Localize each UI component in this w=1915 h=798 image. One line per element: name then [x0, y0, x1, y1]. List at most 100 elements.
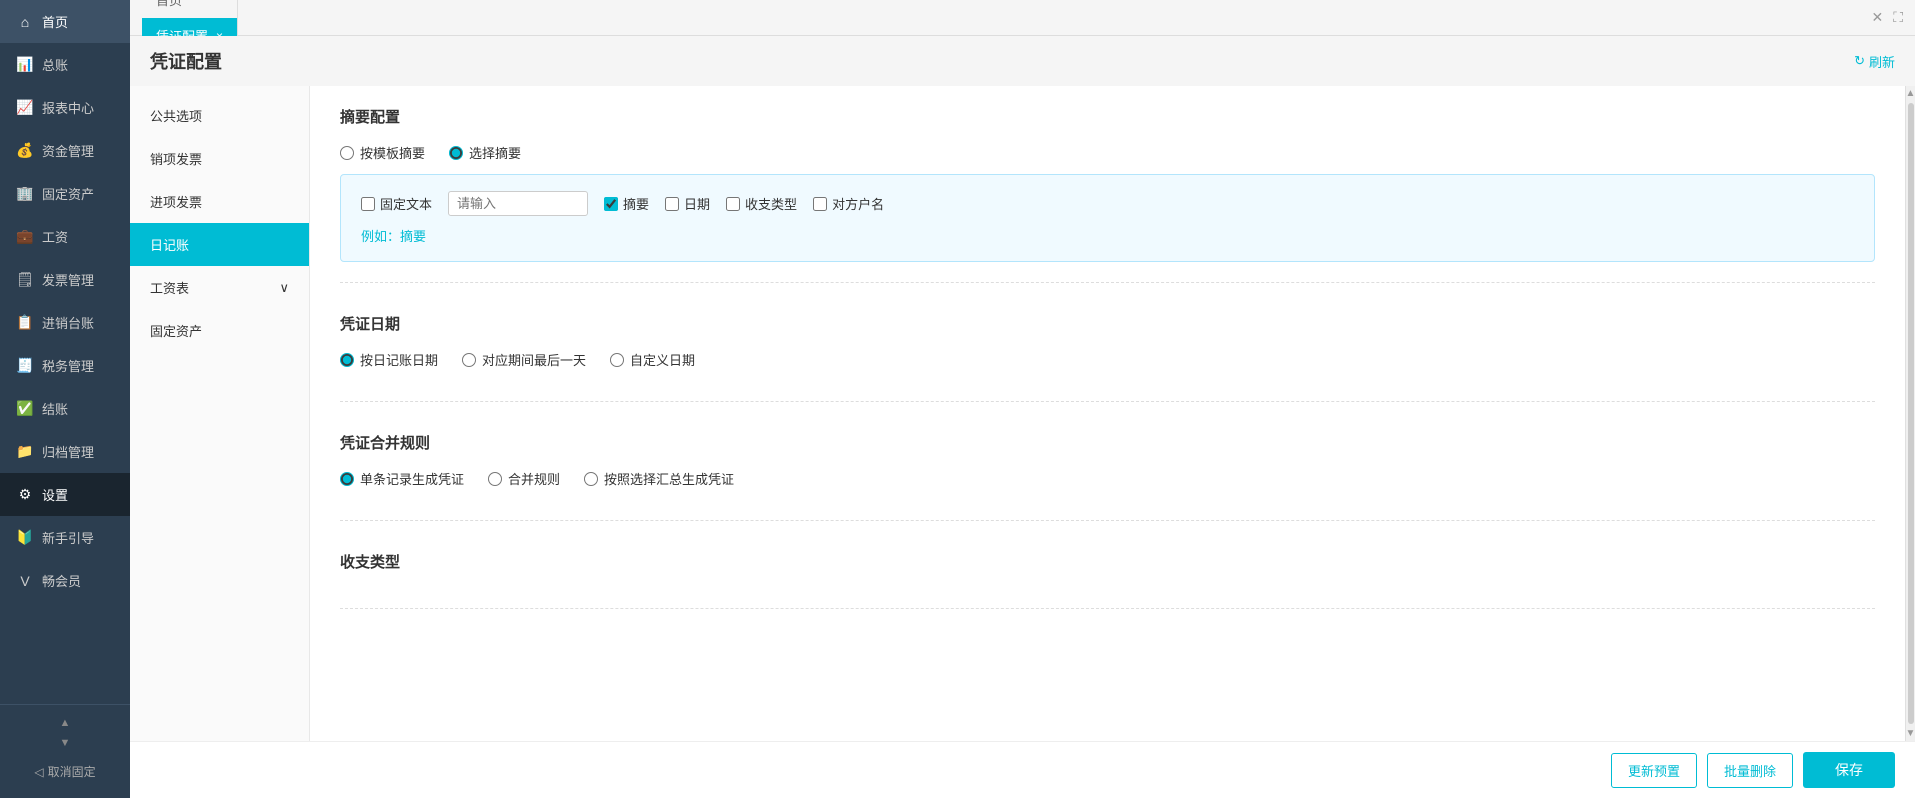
date-radio-journal-label: 按日记账日期: [360, 350, 438, 369]
save-button[interactable]: 保存: [1803, 752, 1895, 788]
settings-icon: ⚙: [16, 486, 34, 503]
chevron-icon-payroll: ∨: [279, 280, 289, 296]
sidebar-label-invoice: 发票管理: [42, 270, 94, 289]
fixed-text-input[interactable]: [448, 191, 588, 216]
sidebar-item-archive[interactable]: 📁 归档管理: [0, 430, 130, 473]
date-radio-lastday-input[interactable]: [462, 353, 476, 367]
summary-radio-template[interactable]: 按模板摘要: [340, 143, 425, 162]
summary-example: 例如：摘要: [361, 226, 1854, 245]
content-layout: 公共选项销项发票进项发票日记账工资表∨ 固定资产 摘要配置 按模板摘要 选择摘要: [130, 86, 1915, 741]
cancel-fixed-label: 取消固定: [48, 763, 96, 780]
checkbox-summary[interactable]: 摘要: [604, 194, 649, 213]
summary-radio-group: 按模板摘要 选择摘要: [340, 143, 1875, 162]
checkbox-date-label: 日期: [684, 194, 710, 213]
scroll-up-btn[interactable]: ▲: [1906, 88, 1915, 99]
sidebar-item-ledger[interactable]: 📊 总账: [0, 43, 130, 86]
cancel-fixed-btn[interactable]: ◁ 取消固定: [0, 753, 130, 790]
left-nav-item-journal[interactable]: 日记账: [130, 223, 309, 266]
left-nav-label-fixed_assets: 固定资产: [150, 321, 202, 340]
scroll-down-btn[interactable]: ▼: [1906, 728, 1915, 739]
date-radio-custom-input[interactable]: [610, 353, 624, 367]
left-nav-item-payroll[interactable]: 工资表∨: [130, 266, 309, 309]
sidebar-label-ledger: 总账: [42, 55, 68, 74]
summary-radio-select[interactable]: 选择摘要: [449, 143, 521, 162]
maximize-window-icon[interactable]: ⛶: [1893, 9, 1903, 26]
left-nav-item-fixed_assets[interactable]: 固定资产: [130, 309, 309, 352]
left-nav-label-journal: 日记账: [150, 235, 189, 254]
summary-radio-select-input[interactable]: [449, 146, 463, 160]
sidebar-item-salesledger[interactable]: 📋 进销台账: [0, 301, 130, 344]
sidebar-item-asset[interactable]: 🏢 固定资产: [0, 172, 130, 215]
checkbox-income-type-label: 收支类型: [745, 194, 797, 213]
left-nav-item-sales_invoice[interactable]: 销项发票: [130, 137, 309, 180]
left-nav-label-sales_invoice: 销项发票: [150, 149, 202, 168]
checkbox-counterpart[interactable]: 对方户名: [813, 194, 884, 213]
checkbox-income-type[interactable]: 收支类型: [726, 194, 797, 213]
date-radio-journal[interactable]: 按日记账日期: [340, 350, 438, 369]
sidebar-item-invoice[interactable]: 🗒 发票管理: [0, 258, 130, 301]
tab-home[interactable]: 首页: [142, 0, 238, 18]
checkbox-date-input[interactable]: [665, 197, 679, 211]
summary-radio-template-input[interactable]: [340, 146, 354, 160]
settle-icon: ✅: [16, 400, 34, 417]
invoice-icon: 🗒: [16, 271, 34, 288]
sidebar-scroll-down[interactable]: ▼: [0, 733, 130, 753]
date-radio-custom[interactable]: 自定义日期: [610, 350, 695, 369]
checkbox-fixed-text[interactable]: 固定文本: [361, 194, 432, 213]
close-window-icon[interactable]: ✕: [1871, 9, 1883, 26]
sidebar-item-report[interactable]: 📈 报表中心: [0, 86, 130, 129]
member-icon: V: [16, 573, 34, 589]
sidebar-item-fund[interactable]: 💰 资金管理: [0, 129, 130, 172]
merge-radio-single-label: 单条记录生成凭证: [360, 469, 464, 488]
home-icon: ⌂: [16, 14, 34, 30]
sidebar: ⌂ 首页 📊 总账 📈 报表中心 💰 资金管理 🏢 固定资产 💼 工资 🗒 发票…: [0, 0, 130, 798]
refresh-button[interactable]: ↻ 刷新: [1854, 52, 1895, 71]
summary-radio-select-label: 选择摘要: [469, 143, 521, 162]
sidebar-item-settings[interactable]: ⚙ 设置: [0, 473, 130, 516]
merge-radio-single[interactable]: 单条记录生成凭证: [340, 469, 464, 488]
summary-section: 摘要配置 按模板摘要 选择摘要: [340, 106, 1875, 283]
sidebar-label-fund: 资金管理: [42, 141, 94, 160]
left-nav-item-public[interactable]: 公共选项: [130, 94, 309, 137]
summary-config-box: 固定文本 摘要 日期: [340, 174, 1875, 262]
scrollbar[interactable]: ▲ ▼: [1905, 86, 1915, 741]
income-type-section: 收支类型: [340, 551, 1875, 609]
scroll-thumb[interactable]: [1908, 103, 1914, 724]
merge-section-title: 凭证合并规则: [340, 432, 1875, 453]
sidebar-label-salary: 工资: [42, 227, 68, 246]
archive-icon: 📁: [16, 443, 34, 460]
left-nav-item-purchase_invoice[interactable]: 进项发票: [130, 180, 309, 223]
checkbox-fixed-text-input[interactable]: [361, 197, 375, 211]
summary-checkbox-row: 固定文本 摘要 日期: [361, 191, 1854, 216]
summary-radio-template-label: 按模板摘要: [360, 143, 425, 162]
sidebar-item-tax[interactable]: 🧾 税务管理: [0, 344, 130, 387]
sidebar-item-salary[interactable]: 💼 工资: [0, 215, 130, 258]
sidebar-item-guide[interactable]: 🔰 新手引导: [0, 516, 130, 559]
merge-radio-select[interactable]: 按照选择汇总生成凭证: [584, 469, 734, 488]
sidebar-label-salesledger: 进销台账: [42, 313, 94, 332]
sidebar-item-member[interactable]: V 畅会员: [0, 559, 130, 602]
fund-icon: 💰: [16, 142, 34, 159]
merge-section: 凭证合并规则 单条记录生成凭证 合并规则 按照选择汇总生成凭证: [340, 432, 1875, 521]
ledger-icon: 📊: [16, 56, 34, 73]
checkbox-income-type-input[interactable]: [726, 197, 740, 211]
date-radio-lastday[interactable]: 对应期间最后一天: [462, 350, 586, 369]
merge-radio-single-input[interactable]: [340, 472, 354, 486]
checkbox-summary-input[interactable]: [604, 197, 618, 211]
merge-radio-rule-input[interactable]: [488, 472, 502, 486]
batch-delete-button[interactable]: 批量删除: [1707, 753, 1793, 788]
date-radio-journal-input[interactable]: [340, 353, 354, 367]
checkbox-summary-label: 摘要: [623, 194, 649, 213]
checkbox-date[interactable]: 日期: [665, 194, 710, 213]
sidebar-scroll-up[interactable]: ▲: [0, 713, 130, 733]
sidebar-item-home[interactable]: ⌂ 首页: [0, 0, 130, 43]
checkbox-counterpart-input[interactable]: [813, 197, 827, 211]
summary-section-title: 摘要配置: [340, 106, 1875, 127]
update-preset-button[interactable]: 更新预置: [1611, 753, 1697, 788]
left-nav-label-purchase_invoice: 进项发票: [150, 192, 202, 211]
sidebar-label-asset: 固定资产: [42, 184, 94, 203]
right-content: 摘要配置 按模板摘要 选择摘要: [310, 86, 1905, 741]
merge-radio-rule[interactable]: 合并规则: [488, 469, 560, 488]
merge-radio-select-input[interactable]: [584, 472, 598, 486]
sidebar-item-settle[interactable]: ✅ 结账: [0, 387, 130, 430]
